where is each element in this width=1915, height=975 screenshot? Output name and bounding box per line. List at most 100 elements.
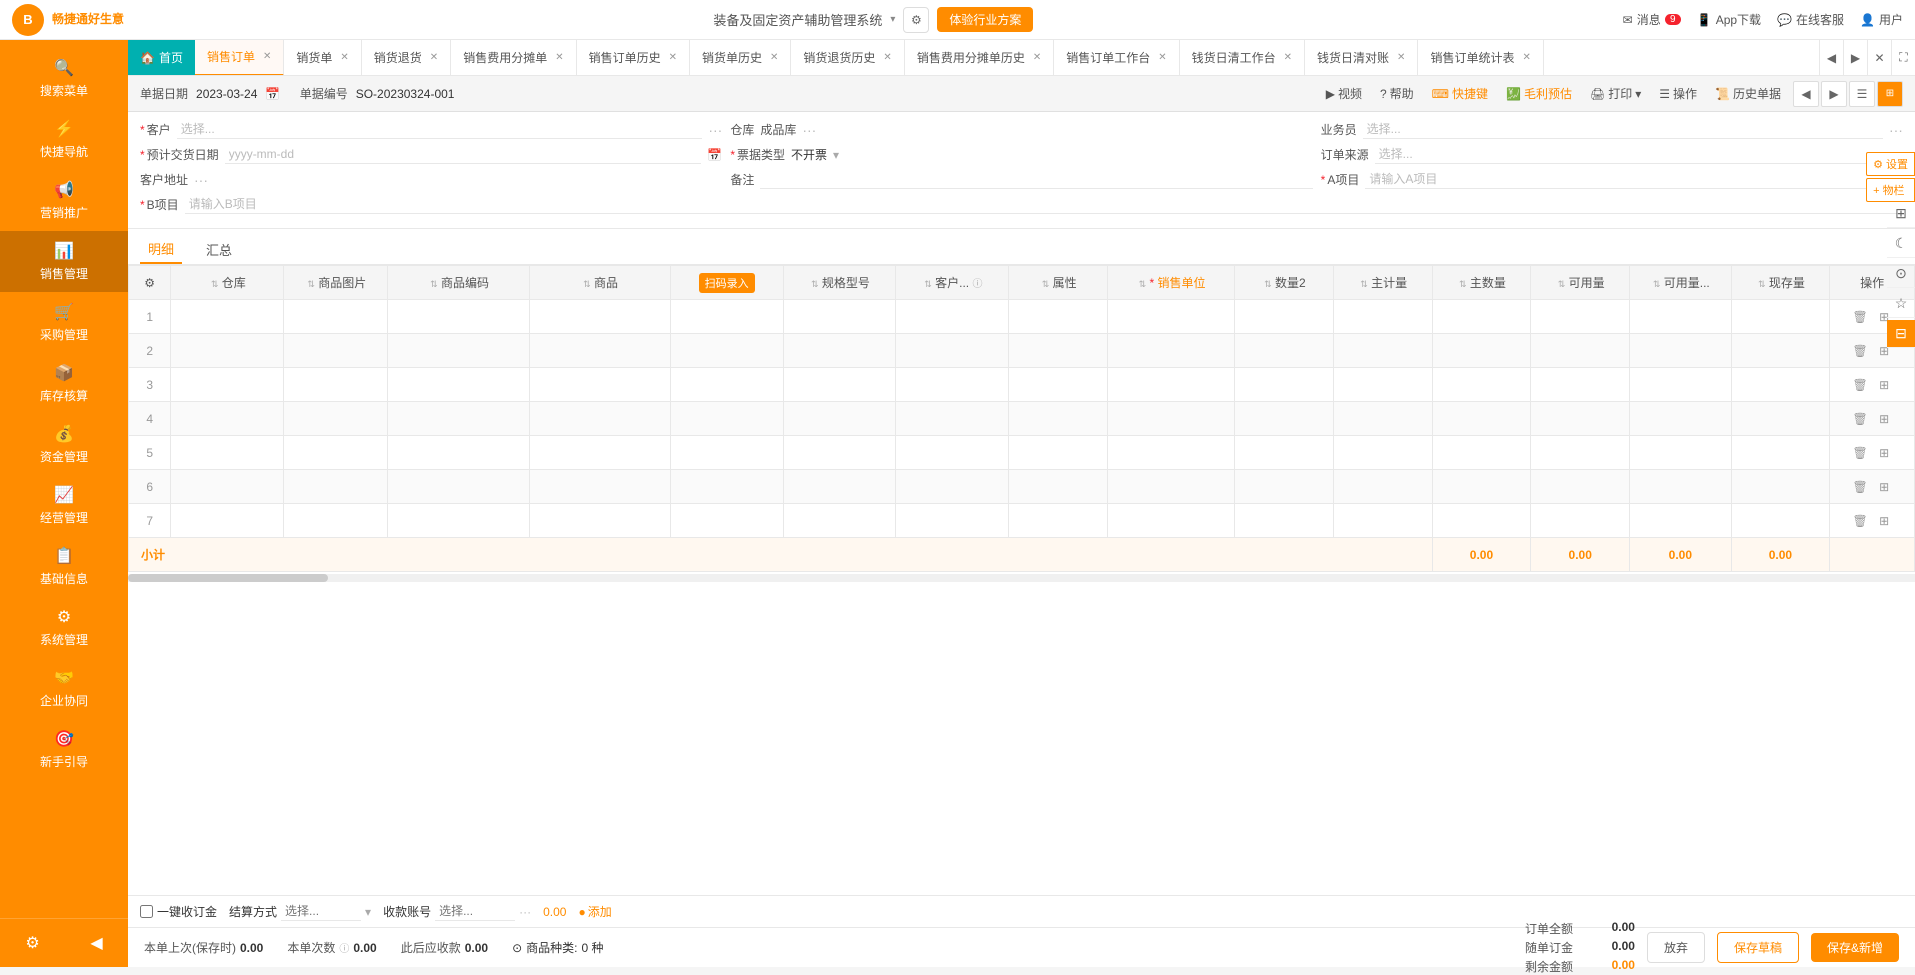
next-record-button[interactable]: ▶	[1821, 81, 1847, 107]
tab-sales-return[interactable]: 销货退货 ✕	[362, 40, 451, 76]
industry-button[interactable]: 体验行业方案	[937, 7, 1033, 32]
row-copy-5[interactable]: ⊞	[1874, 443, 1894, 463]
customer-dots[interactable]: ···	[708, 122, 722, 138]
row-delete-6[interactable]: 🗑	[1850, 477, 1870, 497]
row-available2-2[interactable]	[1630, 334, 1731, 368]
tab-close-order-history[interactable]: ✕	[669, 52, 677, 63]
row-code-2[interactable]	[388, 334, 529, 368]
row-main-qty-1[interactable]	[1432, 300, 1531, 334]
b-project-input[interactable]	[185, 195, 1903, 214]
invoice-type-dropdown[interactable]: ▾	[833, 148, 839, 162]
spec-sort-icon[interactable]: ⇅	[811, 279, 819, 289]
address-dots[interactable]: ···	[194, 172, 208, 188]
tab-order-stats[interactable]: 销售订单统计表 ✕	[1418, 40, 1543, 76]
sidebar-item-inventory[interactable]: 📦 库存核算	[0, 353, 128, 414]
save-draft-button[interactable]: 保存草稿	[1717, 932, 1799, 963]
print-button[interactable]: 🖨 打印 ▾	[1584, 83, 1647, 104]
online-service-button[interactable]: 💬 在线客服	[1777, 11, 1844, 28]
tab-close-sales-order[interactable]: ✕	[263, 51, 271, 62]
row-product-3[interactable]	[529, 368, 670, 402]
tab-close-sales-fee[interactable]: ✕	[555, 52, 563, 63]
stock-sort-icon[interactable]: ⇅	[1758, 279, 1766, 289]
row-code-3[interactable]	[388, 368, 529, 402]
th-product-image[interactable]: ⇅ 商品图片	[284, 266, 388, 300]
a-project-input[interactable]	[1365, 170, 1903, 189]
sidebar-item-sales[interactable]: 📊 销售管理	[0, 231, 128, 292]
sidebar-collapse-button[interactable]: ◀	[90, 925, 102, 961]
row-delete-2[interactable]: 🗑	[1850, 341, 1870, 361]
customer-code-info-icon[interactable]: ⓘ	[972, 279, 982, 290]
sidebar-item-system[interactable]: ⚙ 系统管理	[0, 597, 128, 658]
tab-home[interactable]: 🏠 首页	[128, 40, 195, 76]
row-main-unit-1[interactable]	[1333, 300, 1432, 334]
row-qty2-1[interactable]	[1235, 300, 1334, 334]
date-calendar-icon[interactable]: 📅	[265, 87, 280, 101]
row-delete-1[interactable]: 🗑	[1850, 307, 1870, 327]
tab-close-daily-reconcile[interactable]: ✕	[1397, 52, 1405, 63]
order-source-input[interactable]	[1375, 145, 1891, 164]
table-view-button[interactable]: ⊞	[1877, 81, 1903, 107]
customer-input[interactable]	[177, 120, 703, 139]
row-available-2[interactable]	[1531, 334, 1630, 368]
tab-order-workbench[interactable]: 销售订单工作台 ✕	[1054, 40, 1179, 76]
row-delete-7[interactable]: 🗑	[1850, 511, 1870, 531]
th-main-qty[interactable]: ⇅ 主数量	[1432, 266, 1531, 300]
row-unit-1[interactable]	[1108, 300, 1235, 334]
settings-side-button[interactable]: ⚙ 设置	[1866, 152, 1915, 176]
right-panel-btn-2[interactable]: ☾	[1887, 230, 1915, 258]
tab-goods-history[interactable]: 销货单历史 ✕	[690, 40, 791, 76]
tab-daily-workbench[interactable]: 钱货日清工作台 ✕	[1180, 40, 1305, 76]
discard-button[interactable]: 放弃	[1647, 932, 1705, 963]
th-spec[interactable]: ⇅ 规格型号	[783, 266, 896, 300]
row-main-qty-2[interactable]	[1432, 334, 1531, 368]
sidebar-item-basic-info[interactable]: 📋 基础信息	[0, 536, 128, 597]
receive-account-input[interactable]	[435, 902, 515, 921]
qty2-sort-icon[interactable]: ⇅	[1264, 279, 1272, 289]
row-property-1[interactable]	[1009, 300, 1108, 334]
delivery-date-input[interactable]	[225, 145, 702, 164]
tab-close-order-workbench[interactable]: ✕	[1158, 52, 1166, 63]
quick-settle-checkbox[interactable]: 一键收订金	[140, 903, 217, 920]
th-customer-code[interactable]: ⇅ 客户... ⓘ	[896, 266, 1009, 300]
tab-close-order-stats[interactable]: ✕	[1522, 52, 1530, 63]
debt-info-icon[interactable]: ⓘ	[339, 940, 349, 955]
row-stock-2[interactable]	[1731, 334, 1830, 368]
tab-return-history[interactable]: 销货退货历史 ✕	[791, 40, 904, 76]
product-sort-icon[interactable]: ⇅	[583, 279, 591, 289]
product-image-sort-icon[interactable]: ⇅	[307, 279, 315, 289]
scan-button[interactable]: 扫码录入	[699, 273, 755, 293]
tab-sales-fee[interactable]: 销售费用分摊单 ✕	[451, 40, 576, 76]
warehouse-dots[interactable]: ···	[802, 122, 816, 138]
available-sort-icon[interactable]: ⇅	[1558, 279, 1566, 289]
remark-input[interactable]	[760, 170, 1312, 189]
th-settings[interactable]: ⚙	[129, 266, 171, 300]
row-available-1[interactable]	[1531, 300, 1630, 334]
salesperson-dots[interactable]: ···	[1889, 122, 1903, 138]
quick-settle-input[interactable]	[140, 905, 153, 918]
row-stock-1[interactable]	[1731, 300, 1830, 334]
right-panel-btn-5[interactable]: ⊟	[1887, 320, 1915, 348]
settings-button[interactable]: ⚙	[903, 7, 929, 33]
settle-method-input[interactable]	[281, 902, 361, 921]
customer-code-sort-icon[interactable]: ⇅	[924, 279, 932, 289]
prev-record-button[interactable]: ◀	[1793, 81, 1819, 107]
tab-close-daily-workbench[interactable]: ✕	[1284, 52, 1292, 63]
tab-prev-button[interactable]: ◀	[1819, 40, 1843, 76]
tab-fullscreen-button[interactable]: ⛶	[1891, 40, 1915, 76]
user-button[interactable]: 👤 用户	[1860, 11, 1903, 28]
product-code-sort-icon[interactable]: ⇅	[430, 279, 438, 289]
row-spec-2[interactable]	[783, 334, 896, 368]
th-unit[interactable]: ⇅ * 销售单位	[1108, 266, 1235, 300]
grid-view-button[interactable]: ☰	[1849, 81, 1875, 107]
sidebar-item-purchase[interactable]: 🛒 采购管理	[0, 292, 128, 353]
row-copy-6[interactable]: ⊞	[1874, 477, 1894, 497]
row-property-2[interactable]	[1009, 334, 1108, 368]
sidebar-item-enterprise[interactable]: 🤝 企业协同	[0, 658, 128, 719]
tab-detail[interactable]: 明细	[140, 235, 182, 264]
tab-sales-order[interactable]: 销售订单 ✕	[195, 40, 284, 76]
right-panel-btn-3[interactable]: ⊙	[1887, 260, 1915, 288]
tab-close-return-history[interactable]: ✕	[883, 52, 891, 63]
th-stock[interactable]: ⇅ 现存量	[1731, 266, 1830, 300]
row-copy-3[interactable]: ⊞	[1874, 375, 1894, 395]
row-qty2-2[interactable]	[1235, 334, 1334, 368]
